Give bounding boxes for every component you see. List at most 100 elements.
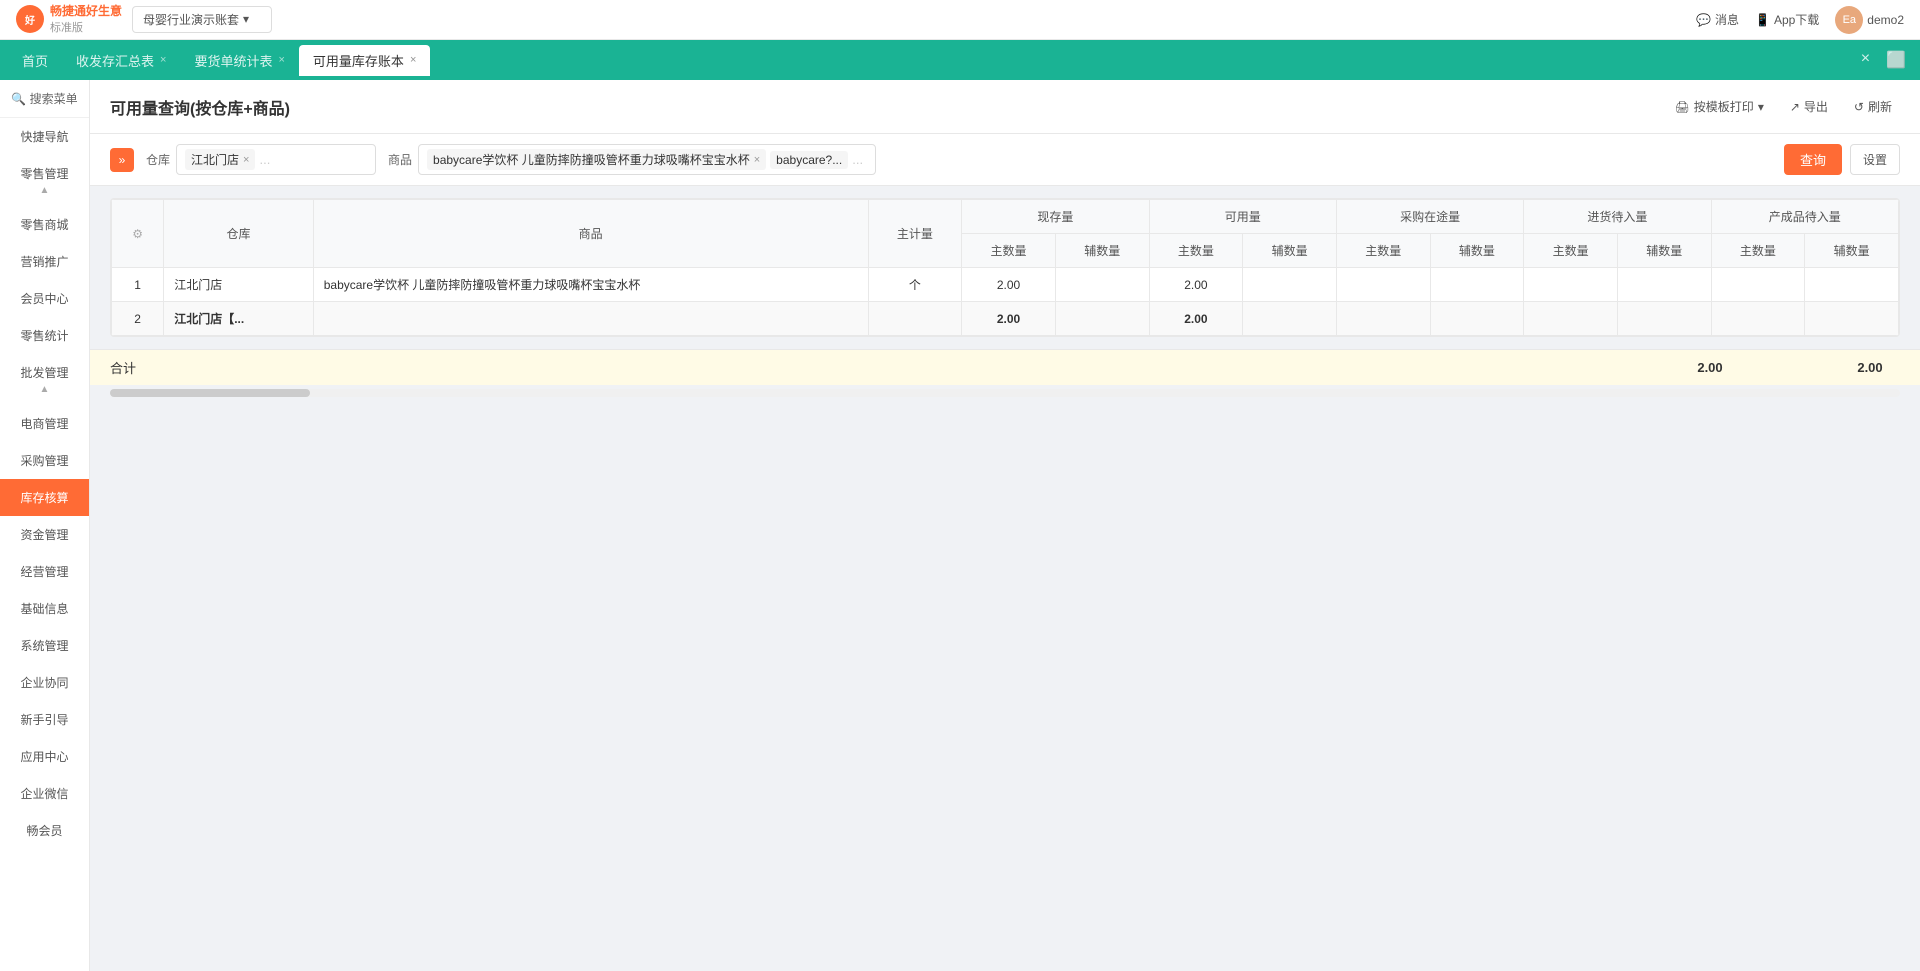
row-2-product (313, 302, 868, 336)
export-icon: ↗ (1790, 100, 1800, 114)
sidebar-item-member-center[interactable]: 会员中心 (0, 280, 89, 317)
tab-stock-summary[interactable]: 收发存汇总表 × (62, 45, 180, 76)
settings-btn[interactable]: 设置 (1850, 144, 1900, 175)
sidebar-item-finance[interactable]: 资金管理 (0, 516, 89, 553)
close-all-btn[interactable]: × (1855, 48, 1876, 72)
sidebar-item-ecommerce[interactable]: 电商管理 (0, 405, 89, 442)
industry-label: 母婴行业演示账套 (143, 11, 239, 28)
sidebar-search[interactable]: 🔍 搜索菜单 (0, 80, 89, 118)
sidebar-item-stock-check[interactable]: 库存核算 (0, 479, 89, 516)
row-1-purchase-main (1336, 268, 1430, 302)
sidebar-item-retail-stats[interactable]: 零售统计 (0, 317, 89, 354)
dropdown-icon: ▾ (243, 12, 249, 26)
col-settings[interactable]: ⚙ (112, 200, 164, 268)
col-incoming-aux-qty: 辅数量 (1617, 234, 1711, 268)
sidebar-item-enterprise-collab[interactable]: 企业协同 (0, 664, 89, 701)
sidebar-item-wechat[interactable]: 企业微信 (0, 775, 89, 812)
main-layout: 🔍 搜索菜单 快捷导航 零售管理 ▲ 零售商城 营销推广 会员中心 零售统计 批… (0, 80, 1920, 971)
warehouse-input[interactable]: 江北门店 × ... (176, 144, 376, 175)
user-area[interactable]: Ea demo2 (1835, 6, 1904, 34)
refresh-icon: ↺ (1854, 100, 1864, 114)
warehouse-more-icon[interactable]: ... (255, 152, 274, 167)
sidebar-item-marketing[interactable]: 营销推广 (0, 243, 89, 280)
restore-btn[interactable]: ⬜ (1880, 48, 1912, 72)
row-2-index: 2 (112, 302, 164, 336)
sidebar-quick-nav-label: 快捷导航 (20, 128, 68, 145)
sidebar-finance-label: 资金管理 (20, 526, 68, 543)
sidebar-item-operations[interactable]: 经营管理 (0, 553, 89, 590)
export-btn[interactable]: ↗ 导出 (1782, 94, 1836, 119)
industry-selector[interactable]: 母婴行业演示账套 ▾ (132, 6, 272, 33)
message-btn[interactable]: 💬 消息 (1696, 11, 1739, 28)
sidebar-item-basic-info[interactable]: 基础信息 (0, 590, 89, 627)
expand-btn[interactable]: » (110, 148, 134, 172)
row-1-prod-main (1711, 268, 1805, 302)
tab-close-icon[interactable]: × (410, 54, 416, 66)
row-2-incoming-main (1524, 302, 1618, 336)
app-download-label: App下载 (1774, 11, 1819, 28)
product-label: 商品 (388, 151, 412, 168)
row-1-incoming-main (1524, 268, 1618, 302)
sidebar-item-retail-mall[interactable]: 零售商城 (0, 206, 89, 243)
sidebar-wholesale-mgmt-label: 批发管理 (20, 364, 68, 381)
print-btn[interactable]: 🖨 按模板打印 ▾ (1667, 94, 1772, 119)
tab-close-icon[interactable]: × (278, 54, 284, 66)
col-warehouse: 仓库 (164, 200, 314, 268)
sidebar-purchase-label: 采购管理 (20, 452, 68, 469)
row-1-stock-aux (1055, 268, 1149, 302)
product-input[interactable]: babycare学饮杯 儿童防摔防撞吸管杯重力球吸嘴杯宝宝水杯 × babyca… (418, 144, 876, 175)
footer-label: 合计 (110, 358, 190, 377)
page-header: 可用量查询(按仓库+商品) 🖨 按模板打印 ▾ ↗ 导出 ↺ 刷新 (90, 80, 1920, 134)
sidebar-retail-mall-label: 零售商城 (20, 216, 68, 233)
settings-icon[interactable]: ⚙ (132, 227, 143, 241)
product-tag-1: babycare学饮杯 儿童防摔防撞吸管杯重力球吸嘴杯宝宝水杯 × (427, 149, 766, 170)
chevron-icon: ▲ (40, 185, 50, 196)
app-download-btn[interactable]: 📱 App下载 (1755, 11, 1819, 28)
sidebar-item-retail-mgmt[interactable]: 零售管理 ▲ (0, 155, 89, 206)
sidebar-item-sys-mgmt[interactable]: 系统管理 (0, 627, 89, 664)
sidebar-item-quick-nav[interactable]: 快捷导航 (0, 118, 89, 155)
sidebar-item-wholesale-mgmt[interactable]: 批发管理 ▲ (0, 354, 89, 405)
message-icon: 💬 (1696, 13, 1711, 27)
sidebar-item-beginner[interactable]: 新手引导 (0, 701, 89, 738)
col-avail-main-qty: 主数量 (1149, 234, 1243, 268)
sidebar-item-member-service[interactable]: 畅会员 (0, 812, 89, 849)
sidebar-item-app-center[interactable]: 应用中心 (0, 738, 89, 775)
product-more-icon[interactable]: ... (848, 152, 867, 167)
product-tag-2-value: babycare?... (776, 153, 842, 167)
top-bar-left: 好 畅捷通好生意 标准版 母婴行业演示账套 ▾ (16, 4, 272, 34)
row-2-incoming-aux (1617, 302, 1711, 336)
chevron-icon: ▲ (40, 384, 50, 395)
row-2-avail-main: 2.00 (1149, 302, 1243, 336)
sidebar-item-purchase[interactable]: 采购管理 (0, 442, 89, 479)
sidebar-search-label: 搜索菜单 (30, 92, 78, 106)
top-bar: 好 畅捷通好生意 标准版 母婴行业演示账套 ▾ 💬 消息 📱 App下载 Ea … (0, 0, 1920, 40)
horizontal-scrollbar[interactable] (110, 389, 1900, 397)
filter-actions: 查询 设置 (1784, 144, 1900, 175)
scroll-thumb[interactable] (110, 389, 310, 397)
col-main-unit: 主计量 (868, 200, 962, 268)
avatar: Ea (1835, 6, 1863, 34)
nav-tabs: 首页 收发存汇总表 × 要货单统计表 × 可用量库存账本 × × ⬜ (0, 40, 1920, 80)
data-table-container: ⚙ 仓库 商品 主计量 现存量 可用量 采购在途量 进货待入量 产成品待入量 主… (110, 198, 1900, 337)
tab-available-stock[interactable]: 可用量库存账本 × (299, 45, 430, 76)
warehouse-filter: 仓库 江北门店 × ... (146, 144, 376, 175)
sidebar-wechat-label: 企业微信 (20, 785, 68, 802)
footer-stock-total: 2.00 (1680, 360, 1740, 375)
tab-home[interactable]: 首页 (8, 45, 62, 76)
product-filter: 商品 babycare学饮杯 儿童防摔防撞吸管杯重力球吸嘴杯宝宝水杯 × bab… (388, 144, 876, 175)
warehouse-tag-close[interactable]: × (243, 154, 249, 166)
logo-area: 好 畅捷通好生意 标准版 (16, 4, 122, 34)
search-icon: 🔍 (11, 92, 26, 106)
product-tag-1-value: babycare学饮杯 儿童防摔防撞吸管杯重力球吸嘴杯宝宝水杯 (433, 151, 750, 168)
col-stock-aux-qty: 辅数量 (1055, 234, 1149, 268)
refresh-btn[interactable]: ↺ 刷新 (1846, 94, 1900, 119)
col-available-group: 可用量 (1149, 200, 1336, 234)
tab-order-stats[interactable]: 要货单统计表 × (180, 45, 298, 76)
row-1-index: 1 (112, 268, 164, 302)
tab-close-icon[interactable]: × (160, 54, 166, 66)
row-2-purchase-aux (1430, 302, 1524, 336)
query-btn[interactable]: 查询 (1784, 144, 1842, 175)
product-tag-1-close[interactable]: × (754, 154, 760, 166)
sidebar: 🔍 搜索菜单 快捷导航 零售管理 ▲ 零售商城 营销推广 会员中心 零售统计 批… (0, 80, 90, 971)
